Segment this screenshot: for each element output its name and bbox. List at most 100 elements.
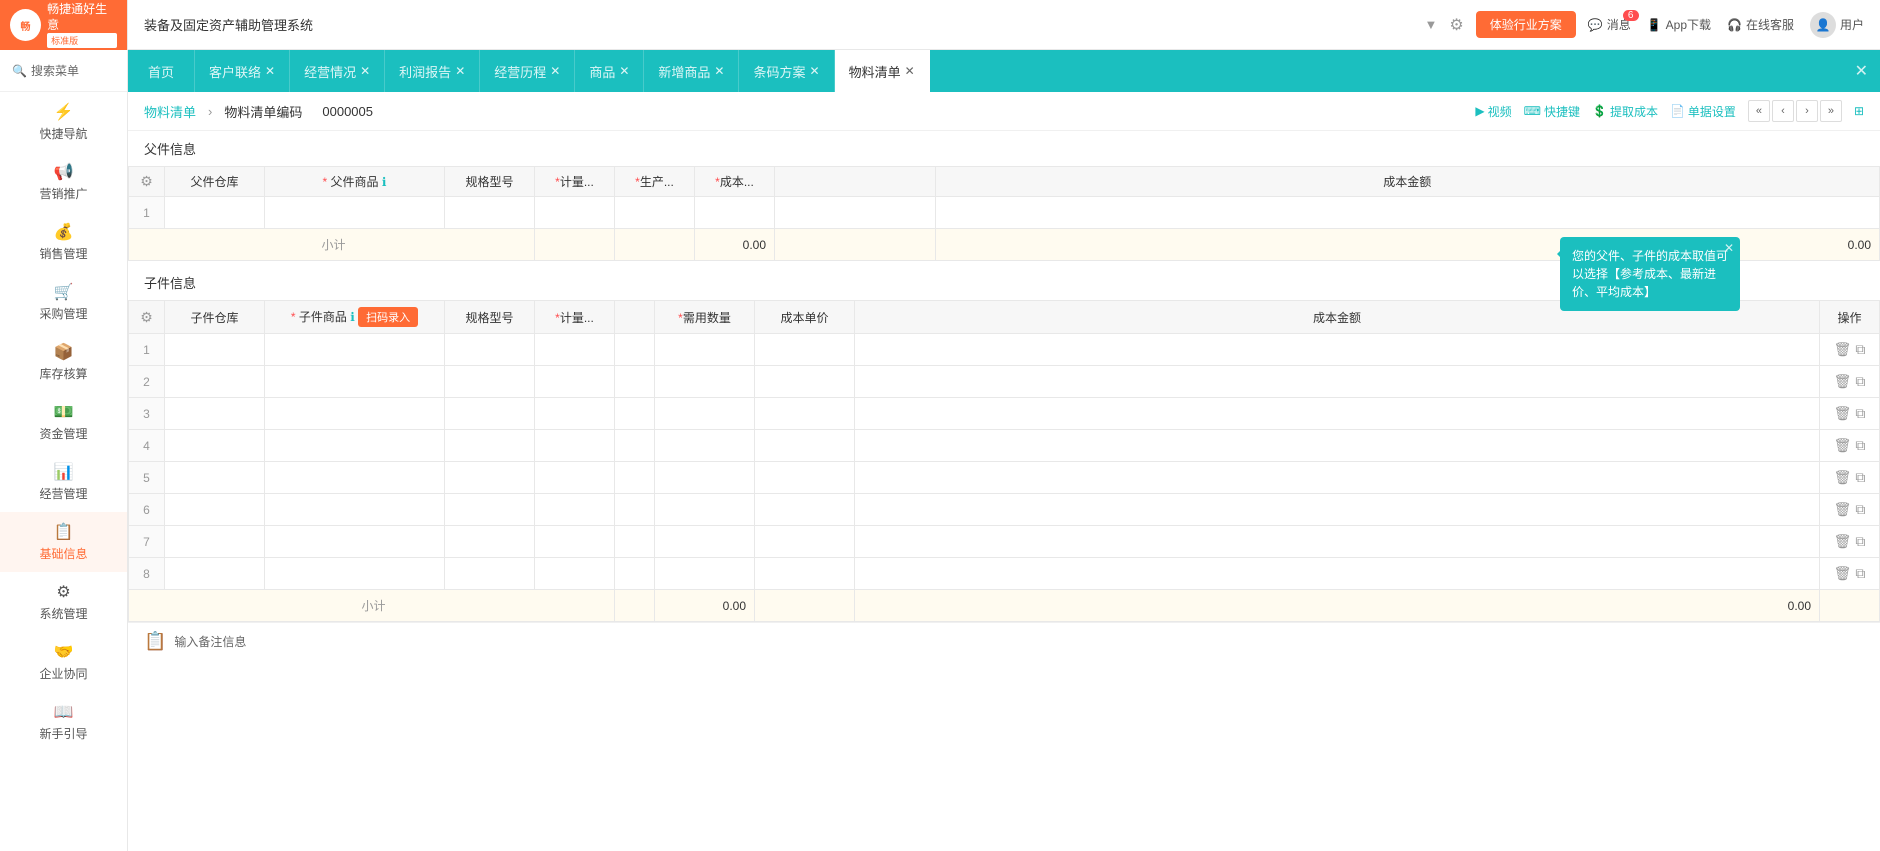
child-cell-unit-3[interactable] bbox=[535, 398, 615, 430]
child-copy-7[interactable]: ⧉ bbox=[1855, 533, 1865, 550]
message-button[interactable]: 💬 消息 6 bbox=[1588, 16, 1631, 33]
child-delete-6[interactable]: 🗑 bbox=[1834, 501, 1852, 518]
child-delete-2[interactable]: 🗑 bbox=[1834, 373, 1852, 390]
child-th-settings[interactable]: ⚙ bbox=[129, 301, 165, 334]
child-cell-qty-2[interactable] bbox=[655, 366, 755, 398]
tabs-close-all[interactable]: ✕ bbox=[1843, 61, 1880, 81]
tab-goods-close[interactable]: ✕ bbox=[619, 64, 629, 78]
parent-th-settings[interactable]: ⚙ bbox=[129, 167, 165, 197]
sidebar-item-enterprise[interactable]: 🤝 企业协同 bbox=[0, 632, 127, 692]
child-delete-5[interactable]: 🗑 bbox=[1834, 469, 1852, 486]
settings-icon[interactable]: ⚙ bbox=[1449, 15, 1463, 35]
sidebar-item-basic-info[interactable]: 📋 基础信息 bbox=[0, 512, 127, 572]
child-cell-costamt-6[interactable] bbox=[855, 494, 1820, 526]
child-copy-8[interactable]: ⧉ bbox=[1855, 565, 1865, 582]
child-cell-unit-7[interactable] bbox=[535, 526, 615, 558]
child-cell-extra-1[interactable] bbox=[615, 334, 655, 366]
child-cell-costamt-4[interactable] bbox=[855, 430, 1820, 462]
child-cell-unitcost-1[interactable] bbox=[755, 334, 855, 366]
parent-cell-produce-1[interactable] bbox=[615, 197, 695, 229]
child-cell-qty-5[interactable] bbox=[655, 462, 755, 494]
child-delete-8[interactable]: 🗑 bbox=[1834, 565, 1852, 582]
child-delete-1[interactable]: 🗑 bbox=[1834, 341, 1852, 358]
child-cell-unit-8[interactable] bbox=[535, 558, 615, 590]
child-copy-4[interactable]: ⧉ bbox=[1855, 437, 1865, 454]
parent-cell-spec-1[interactable] bbox=[445, 197, 535, 229]
child-cell-product-1[interactable] bbox=[265, 334, 445, 366]
tab-bom[interactable]: 物料清单 ✕ bbox=[835, 50, 930, 92]
child-cell-spec-2[interactable] bbox=[445, 366, 535, 398]
child-copy-5[interactable]: ⧉ bbox=[1855, 469, 1865, 486]
sidebar-item-management[interactable]: 📊 经营管理 bbox=[0, 452, 127, 512]
child-cell-product-6[interactable] bbox=[265, 494, 445, 526]
tab-history[interactable]: 经营历程 ✕ bbox=[480, 50, 575, 92]
child-cell-spec-8[interactable] bbox=[445, 558, 535, 590]
child-cell-unitcost-3[interactable] bbox=[755, 398, 855, 430]
parent-cell-product-1[interactable] bbox=[265, 197, 445, 229]
child-cell-unit-5[interactable] bbox=[535, 462, 615, 494]
nav-prev[interactable]: ‹ bbox=[1772, 100, 1794, 122]
tab-profit[interactable]: 利润报告 ✕ bbox=[385, 50, 480, 92]
child-cell-qty-8[interactable] bbox=[655, 558, 755, 590]
child-cell-spec-7[interactable] bbox=[445, 526, 535, 558]
child-cell-product-2[interactable] bbox=[265, 366, 445, 398]
sidebar-item-system[interactable]: ⚙ 系统管理 bbox=[0, 572, 127, 632]
parent-cell-warehouse-1[interactable] bbox=[165, 197, 265, 229]
child-cell-qty-1[interactable] bbox=[655, 334, 755, 366]
tooltip-close-button[interactable]: ✕ bbox=[1724, 241, 1734, 255]
child-cell-spec-3[interactable] bbox=[445, 398, 535, 430]
trial-button[interactable]: 体验行业方案 bbox=[1476, 11, 1576, 38]
tab-barcode[interactable]: 条码方案 ✕ bbox=[739, 50, 834, 92]
tab-history-close[interactable]: ✕ bbox=[550, 64, 560, 78]
app-download-button[interactable]: 📱 App下载 bbox=[1647, 16, 1711, 33]
child-copy-6[interactable]: ⧉ bbox=[1855, 501, 1865, 518]
nav-prev-prev[interactable]: « bbox=[1748, 100, 1770, 122]
child-cell-costamt-7[interactable] bbox=[855, 526, 1820, 558]
child-cell-spec-1[interactable] bbox=[445, 334, 535, 366]
child-cell-costamt-8[interactable] bbox=[855, 558, 1820, 590]
child-cell-unitcost-2[interactable] bbox=[755, 366, 855, 398]
child-cell-unit-1[interactable] bbox=[535, 334, 615, 366]
child-cell-product-4[interactable] bbox=[265, 430, 445, 462]
child-delete-3[interactable]: 🗑 bbox=[1834, 405, 1852, 422]
scan-input-button[interactable]: 扫码录入 bbox=[358, 307, 418, 327]
view-video-button[interactable]: ▶ 视频 bbox=[1475, 103, 1511, 120]
child-cell-extra-5[interactable] bbox=[615, 462, 655, 494]
tab-new-goods-close[interactable]: ✕ bbox=[714, 64, 724, 78]
nav-next[interactable]: › bbox=[1796, 100, 1818, 122]
child-cell-product-3[interactable] bbox=[265, 398, 445, 430]
single-setting-button[interactable]: 📄 单据设置 bbox=[1670, 103, 1736, 120]
child-cell-unit-6[interactable] bbox=[535, 494, 615, 526]
child-cell-unitcost-4[interactable] bbox=[755, 430, 855, 462]
sidebar-item-marketing[interactable]: 📢 营销推广 bbox=[0, 152, 127, 212]
child-copy-2[interactable]: ⧉ bbox=[1855, 373, 1865, 390]
tab-customer[interactable]: 客户联络 ✕ bbox=[195, 50, 290, 92]
child-cell-qty-7[interactable] bbox=[655, 526, 755, 558]
child-cell-spec-4[interactable] bbox=[445, 430, 535, 462]
child-cell-qty-3[interactable] bbox=[655, 398, 755, 430]
child-cell-costamt-3[interactable] bbox=[855, 398, 1820, 430]
parent-cell-costamt-1[interactable] bbox=[935, 197, 1879, 229]
child-cell-qty-4[interactable] bbox=[655, 430, 755, 462]
child-cell-warehouse-4[interactable] bbox=[165, 430, 265, 462]
child-cell-extra-8[interactable] bbox=[615, 558, 655, 590]
child-cell-unit-2[interactable] bbox=[535, 366, 615, 398]
shortcut-button[interactable]: ⌨ 快捷键 bbox=[1524, 103, 1580, 120]
tab-barcode-close[interactable]: ✕ bbox=[810, 64, 820, 78]
child-cell-unitcost-5[interactable] bbox=[755, 462, 855, 494]
child-cell-spec-5[interactable] bbox=[445, 462, 535, 494]
search-menu-button[interactable]: 🔍 搜索菜单 bbox=[8, 58, 119, 83]
parent-cell-cost-1[interactable] bbox=[695, 197, 775, 229]
child-cell-product-5[interactable] bbox=[265, 462, 445, 494]
child-cell-warehouse-6[interactable] bbox=[165, 494, 265, 526]
parent-cell-extra-1[interactable] bbox=[775, 197, 936, 229]
sidebar-item-quick-nav[interactable]: ⚡ 快捷导航 bbox=[0, 92, 127, 152]
child-cell-extra-4[interactable] bbox=[615, 430, 655, 462]
child-copy-3[interactable]: ⧉ bbox=[1855, 405, 1865, 422]
child-copy-1[interactable]: ⧉ bbox=[1855, 341, 1865, 358]
extract-cost-button[interactable]: 💲 提取成本 bbox=[1592, 103, 1658, 120]
child-cell-extra-3[interactable] bbox=[615, 398, 655, 430]
child-cell-warehouse-7[interactable] bbox=[165, 526, 265, 558]
grid-view-button[interactable]: ⊞ bbox=[1854, 104, 1864, 118]
child-cell-unit-4[interactable] bbox=[535, 430, 615, 462]
